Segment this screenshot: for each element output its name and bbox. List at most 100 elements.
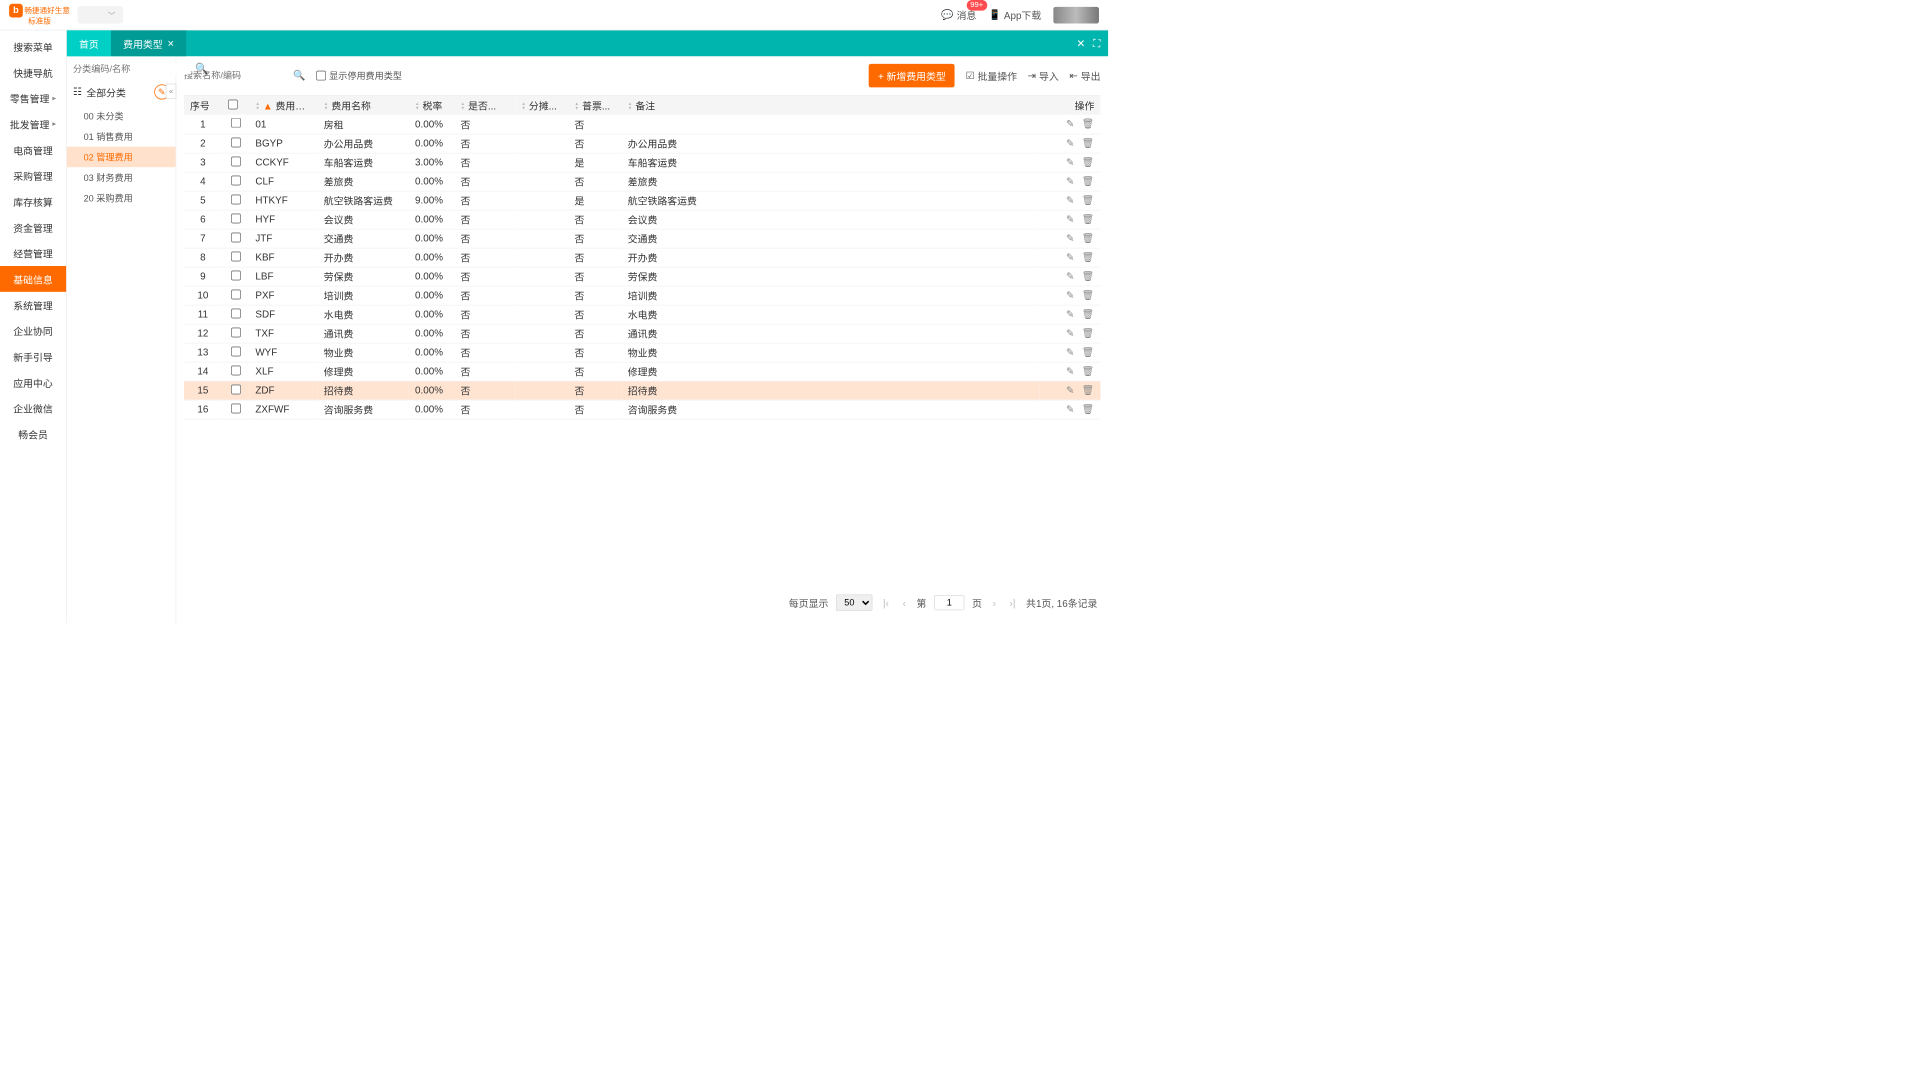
tab-close-all-icon[interactable]: ✕ [1077, 37, 1086, 50]
delete-icon[interactable]: 🗑 [1082, 384, 1095, 396]
edit-icon[interactable]: ✎ [1066, 232, 1074, 244]
table-row[interactable]: 15ZDF招待费0.00%否否招待费✎🗑 [184, 381, 1101, 400]
row-checkbox[interactable] [231, 403, 241, 413]
company-selector[interactable]: ﹀ [78, 6, 124, 23]
table-row[interactable]: 101房租0.00%否否✎🗑 [184, 115, 1101, 134]
app-download-button[interactable]: 📱 App下载 [989, 8, 1042, 22]
category-item[interactable]: 01 销售费用 [67, 126, 176, 147]
messages-button[interactable]: 💬 消息 99+ [941, 8, 976, 22]
next-page-button[interactable]: › [990, 597, 999, 608]
row-checkbox[interactable] [231, 232, 241, 242]
leftnav-item[interactable]: 企业微信 [0, 395, 66, 421]
col-is[interactable]: 是否... [454, 96, 515, 115]
edit-icon[interactable]: ✎ [1066, 137, 1074, 149]
tab-fee-type[interactable]: 费用类型 ✕ [111, 30, 186, 56]
delete-icon[interactable]: 🗑 [1082, 327, 1095, 339]
first-page-button[interactable]: |‹ [880, 597, 892, 608]
table-row[interactable]: 14XLF修理费0.00%否否修理费✎🗑 [184, 362, 1101, 381]
edit-icon[interactable]: ✎ [1066, 175, 1074, 187]
table-row[interactable]: 9LBF劳保费0.00%否否劳保费✎🗑 [184, 267, 1101, 286]
category-item[interactable]: 20 采购费用 [67, 188, 176, 209]
edit-icon[interactable]: ✎ [1066, 270, 1074, 282]
col-seq[interactable]: 序号 [184, 96, 222, 115]
col-remark[interactable]: 备注 [622, 96, 1040, 115]
edit-icon[interactable]: ✎ [1066, 251, 1074, 263]
leftnav-item[interactable]: 新手引导 [0, 344, 66, 370]
row-checkbox[interactable] [231, 194, 241, 204]
row-checkbox[interactable] [231, 137, 241, 147]
page-input[interactable] [934, 595, 964, 610]
prev-page-button[interactable]: ‹ [900, 597, 909, 608]
col-pass[interactable]: 普票... [568, 96, 621, 115]
leftnav-item[interactable]: 搜索菜单 [0, 33, 66, 59]
delete-icon[interactable]: 🗑 [1082, 175, 1095, 187]
leftnav-item[interactable]: 批发管理▸ [0, 111, 66, 137]
add-fee-type-button[interactable]: + 新增费用类型 [869, 64, 955, 88]
collapse-handle[interactable]: « [166, 84, 177, 99]
row-checkbox[interactable] [231, 365, 241, 375]
col-rate[interactable]: 税率 [409, 96, 455, 115]
row-checkbox[interactable] [231, 346, 241, 356]
row-checkbox[interactable] [231, 251, 241, 261]
delete-icon[interactable]: 🗑 [1082, 289, 1095, 301]
row-checkbox[interactable] [231, 156, 241, 166]
col-checkbox[interactable] [222, 96, 249, 115]
delete-icon[interactable]: 🗑 [1082, 251, 1095, 263]
delete-icon[interactable]: 🗑 [1082, 308, 1095, 320]
select-all-checkbox[interactable] [228, 99, 238, 109]
edit-icon[interactable]: ✎ [1066, 346, 1074, 358]
row-checkbox[interactable] [231, 270, 241, 280]
show-disabled-checkbox[interactable] [316, 71, 326, 81]
row-checkbox[interactable] [231, 327, 241, 337]
category-item[interactable]: 03 财务费用 [67, 167, 176, 188]
row-checkbox[interactable] [231, 384, 241, 394]
leftnav-item[interactable]: 应用中心 [0, 369, 66, 395]
batch-ops-button[interactable]: ☑批量操作 [966, 68, 1017, 82]
leftnav-item[interactable]: 企业协同 [0, 318, 66, 344]
category-search-input[interactable] [73, 63, 191, 74]
row-checkbox[interactable] [231, 289, 241, 299]
search-icon[interactable]: 🔍 [293, 69, 305, 81]
edit-icon[interactable]: ✎ [1066, 308, 1074, 320]
table-row[interactable]: 5HTKYF航空铁路客运费9.00%否是航空铁路客运费✎🗑 [184, 191, 1101, 210]
per-page-select[interactable]: 50 [836, 594, 872, 611]
edit-icon[interactable]: ✎ [1066, 118, 1074, 130]
delete-icon[interactable]: 🗑 [1082, 194, 1095, 206]
leftnav-item[interactable]: 库存核算 [0, 188, 66, 214]
leftnav-item[interactable]: 采购管理 [0, 163, 66, 189]
table-row[interactable]: 10PXF培训费0.00%否否培训费✎🗑 [184, 286, 1101, 305]
delete-icon[interactable]: 🗑 [1082, 270, 1095, 282]
show-disabled-toggle[interactable]: 显示停用费用类型 [316, 69, 402, 82]
leftnav-item[interactable]: 基础信息 [0, 266, 66, 292]
col-code[interactable]: ▲ 费用编码 [249, 96, 317, 115]
table-row[interactable]: 2BGYP办公用品费0.00%否否办公用品费✎🗑 [184, 134, 1101, 153]
edit-icon[interactable]: ✎ [1066, 156, 1074, 168]
col-alloc[interactable]: 分摊... [515, 96, 568, 115]
table-row[interactable]: 7JTF交通费0.00%否否交通费✎🗑 [184, 229, 1101, 248]
tab-home[interactable]: 首页 [67, 30, 111, 56]
table-row[interactable]: 3CCKYF车船客运费3.00%否是车船客运费✎🗑 [184, 153, 1101, 172]
delete-icon[interactable]: 🗑 [1082, 346, 1095, 358]
table-row[interactable]: 8KBF开办费0.00%否否开办费✎🗑 [184, 248, 1101, 267]
delete-icon[interactable]: 🗑 [1082, 232, 1095, 244]
row-checkbox[interactable] [231, 308, 241, 318]
delete-icon[interactable]: 🗑 [1082, 118, 1095, 130]
edit-icon[interactable]: ✎ [1066, 384, 1074, 396]
table-row[interactable]: 13WYF物业费0.00%否否物业费✎🗑 [184, 343, 1101, 362]
edit-icon[interactable]: ✎ [1066, 365, 1074, 377]
search-icon[interactable]: 🔍 [195, 62, 208, 75]
export-button[interactable]: ⇤导出 [1069, 68, 1100, 82]
category-item[interactable]: 02 管理费用 [67, 147, 176, 168]
category-item[interactable]: 00 未分类 [67, 106, 176, 127]
table-row[interactable]: 11SDF水电费0.00%否否水电费✎🗑 [184, 305, 1101, 324]
leftnav-item[interactable]: 畅会员 [0, 421, 66, 447]
delete-icon[interactable]: 🗑 [1082, 403, 1095, 415]
row-checkbox[interactable] [231, 118, 241, 128]
fullscreen-icon[interactable]: ⛶ [1093, 37, 1100, 50]
import-button[interactable]: ⇥导入 [1028, 68, 1059, 82]
table-row[interactable]: 16ZXFWF咨询服务费0.00%否否咨询服务费✎🗑 [184, 400, 1101, 419]
table-row[interactable]: 6HYF会议费0.00%否否会议费✎🗑 [184, 210, 1101, 229]
leftnav-item[interactable]: 电商管理 [0, 137, 66, 163]
all-categories-label[interactable]: 全部分类 [86, 85, 126, 99]
delete-icon[interactable]: 🗑 [1082, 137, 1095, 149]
